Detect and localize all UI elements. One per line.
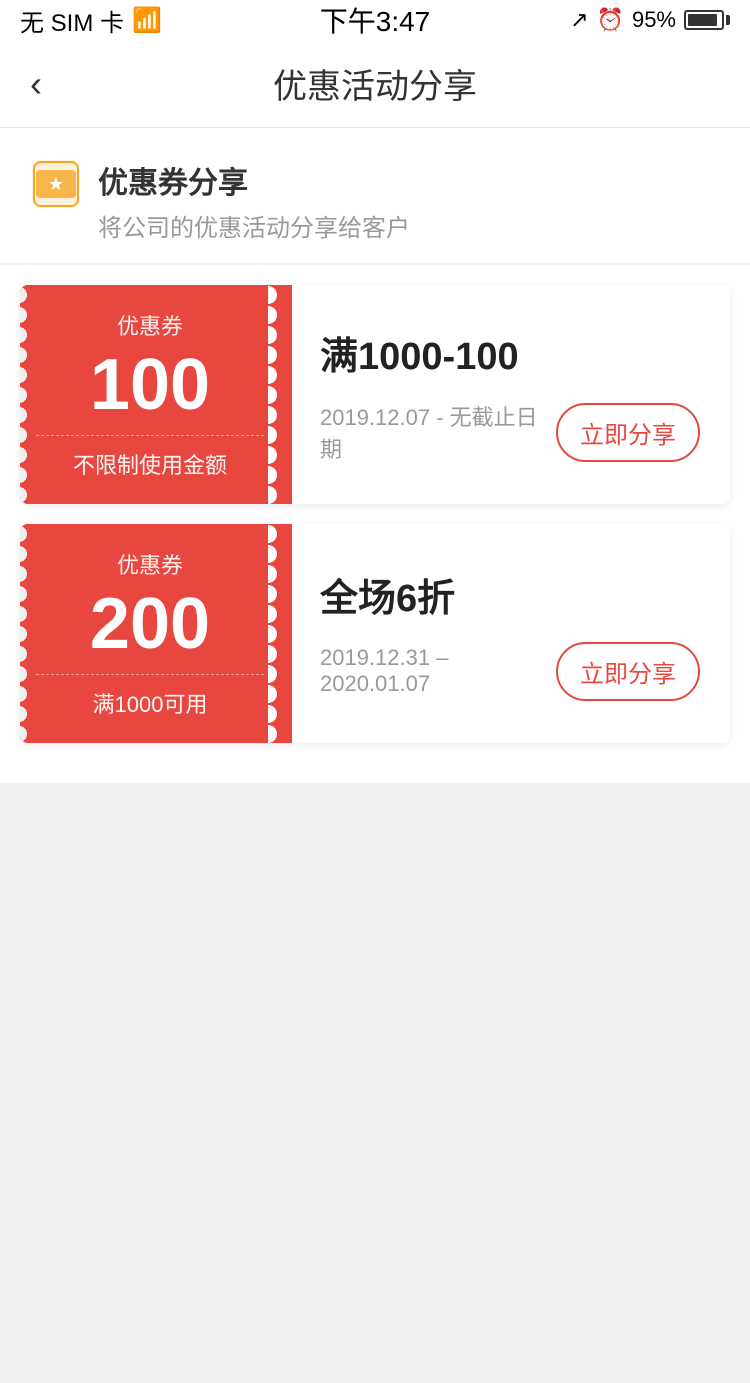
coupon-date-2: 2019.12.31 – 2020.01.07 — [320, 645, 546, 697]
coupon-item-2: 优惠券 200 满1000可用 全场6折 2019.12.31 – 2020.0… — [20, 524, 730, 743]
coupon-label-1: 优惠券 — [117, 309, 183, 341]
battery-percent: 95% — [632, 7, 676, 33]
status-left: 无 SIM 卡 📶 — [20, 3, 162, 38]
alarm-icon: ⏰ — [597, 7, 624, 33]
coupon-condition-2: 满1000可用 — [93, 687, 208, 719]
status-bar: 无 SIM 卡 📶 下午3:47 ↗ ⏰ 95% — [0, 0, 750, 40]
share-button-2[interactable]: 立即分享 — [556, 642, 700, 701]
nav-bar: ‹ 优惠活动分享 — [0, 40, 750, 128]
coupon-date-1: 2019.12.07 - 无截止日期 — [320, 400, 546, 464]
share-button-1[interactable]: 立即分享 — [556, 403, 700, 462]
coupon-item-1: 优惠券 100 不限制使用金额 满1000-100 2019.12.07 - 无… — [20, 285, 730, 504]
wifi-icon: 📶 — [132, 6, 162, 35]
section-text-block: 优惠券分享 将公司的优惠活动分享给客户 — [98, 158, 410, 243]
coupon-left-1: 优惠券 100 不限制使用金额 — [20, 285, 280, 504]
coupon-title-1: 满1000-100 — [320, 325, 700, 380]
section-title: 优惠券分享 — [98, 158, 410, 202]
coupon-label-2: 优惠券 — [117, 548, 183, 580]
coupon-right-1: 满1000-100 2019.12.07 - 无截止日期 立即分享 — [280, 285, 730, 504]
back-button[interactable]: ‹ — [30, 63, 42, 105]
location-icon: ↗ — [570, 7, 588, 33]
coupon-divider-1 — [36, 435, 264, 436]
coupon-meta-2: 2019.12.31 – 2020.01.07 立即分享 — [320, 642, 700, 701]
coupon-list: 优惠券 100 不限制使用金额 满1000-100 2019.12.07 - 无… — [0, 265, 750, 783]
status-time: 下午3:47 — [320, 0, 431, 40]
carrier-text: 无 SIM 卡 — [20, 3, 124, 38]
coupon-amount-2: 200 — [90, 588, 210, 660]
battery-icon — [684, 10, 730, 30]
coupon-left-2: 优惠券 200 满1000可用 — [20, 524, 280, 743]
page-title: 优惠活动分享 — [273, 59, 477, 108]
coupon-divider-2 — [36, 674, 264, 675]
empty-gray-background — [0, 783, 750, 1383]
svg-text:★: ★ — [48, 174, 64, 194]
status-right: ↗ ⏰ 95% — [570, 7, 730, 33]
coupon-amount-1: 100 — [90, 349, 210, 421]
coupon-title-2: 全场6折 — [320, 567, 700, 622]
section-header: ★ 优惠券分享 将公司的优惠活动分享给客户 — [0, 128, 750, 263]
section-subtitle: 将公司的优惠活动分享给客户 — [98, 208, 410, 243]
coupon-right-2: 全场6折 2019.12.31 – 2020.01.07 立即分享 — [280, 524, 730, 743]
coupon-share-icon: ★ — [30, 158, 82, 210]
coupon-condition-1: 不限制使用金额 — [73, 448, 227, 480]
coupon-meta-1: 2019.12.07 - 无截止日期 立即分享 — [320, 400, 700, 464]
